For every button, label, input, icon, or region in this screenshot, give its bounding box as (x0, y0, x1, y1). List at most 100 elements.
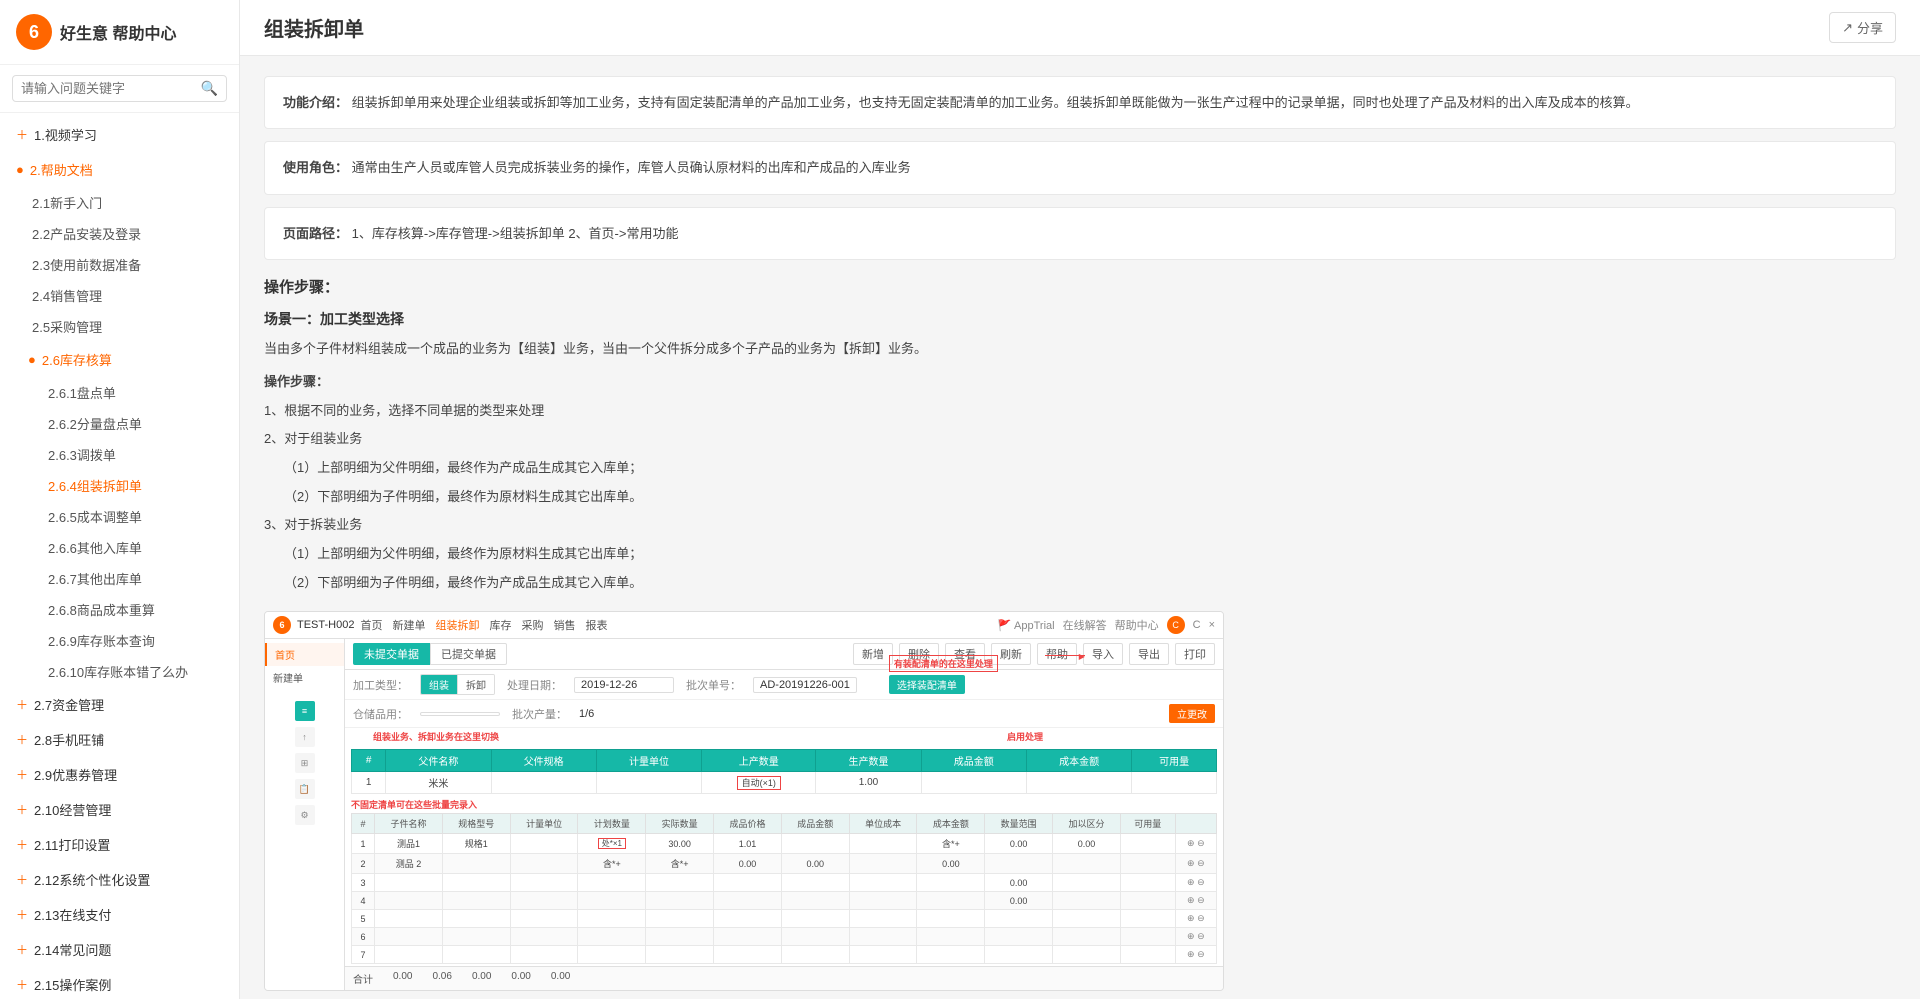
mock-lower-row-6: 6 ⊕ ⊖ (352, 928, 1217, 946)
mock-bill-value[interactable]: AD-20191226-001 (753, 677, 857, 693)
sidebar-item-costrecalc[interactable]: 2.6.8商品成本重算 (0, 594, 239, 625)
mock-date-label: 处理日期： (507, 677, 562, 693)
sidebar-item-mobile[interactable]: ＋ 2.8手机旺铺 (0, 722, 239, 757)
top-bar: 组装拆卸单 ↗ 分享 (240, 0, 1920, 56)
mock-select-bom-btn[interactable]: 选择装配清单 (889, 675, 965, 694)
sidebar-item-sysconfig[interactable]: ＋ 2.12系统个性化设置 (0, 862, 239, 897)
mock-nav-assemble[interactable]: 组装拆卸 (435, 617, 479, 633)
mock-upper-td-avail (1132, 772, 1217, 794)
mock-annotation-notice: 有装配清单的在这里处理 (889, 655, 998, 672)
mock-lower-row-2: 2测品 2 含*+含*+0.000.00 0.00⊕ ⊖ (352, 854, 1217, 874)
mock-icon-2[interactable]: ↑ (295, 727, 315, 747)
search-input[interactable] (21, 81, 201, 96)
mock-form-row1: 加工类型： 组装 拆卸 处理日期： 2019-12-26 批次单号： AD-20… (345, 670, 1223, 700)
mock-icon-5[interactable]: ⚙ (295, 805, 315, 825)
mock-lower-row-7: 7 ⊕ ⊖ (352, 946, 1217, 964)
mock-lower-th-avail: 可用量 (1120, 814, 1175, 834)
mock-qty-value: 1/6 (579, 708, 594, 720)
mock-nav-new[interactable]: 新建单 (392, 617, 425, 633)
sidebar-item-video-label: 1.视频学习 (34, 125, 97, 144)
sidebar-item-onlinepay-label: 2.13在线支付 (34, 905, 111, 924)
mock-lower-th-cost-amt: 成本金额 (917, 814, 985, 834)
mock-form-row2: 仓储品用： 批次产量： 1/6 立更改 (345, 700, 1223, 728)
mock-lower-th-plan-qty: 计划数量 (578, 814, 646, 834)
path-text: 1、库存核算->库存管理->组装拆卸单 2、首页->常用功能 (352, 226, 679, 241)
path-block: 页面路径： 1、库存核算->库存管理->组装拆卸单 2、首页->常用功能 (264, 207, 1896, 260)
sidebar-item-sysconfig-label: 2.12系统个性化设置 (34, 870, 150, 889)
mock-type-assemble[interactable]: 组装 (421, 675, 457, 694)
mock-lower-th-name: 子件名称 (375, 814, 443, 834)
mock-body: 首页 新建单 ≡ ↑ ⊞ 📋 ⚙ (265, 639, 1223, 990)
sidebar-item-stockcheck[interactable]: 2.6.9库存账本查询 (0, 625, 239, 656)
mock-btn-export[interactable]: 导出 (1129, 643, 1169, 665)
sidebar-item-stockerror[interactable]: 2.6.10库存账本错了么办 (0, 656, 239, 687)
sidebar-item-sales[interactable]: 2.4销售管理 (0, 280, 239, 311)
sidebar-item-costadj[interactable]: 2.6.5成本调整单 (0, 501, 239, 532)
sidebar-item-data[interactable]: 2.3使用前数据准备 (0, 249, 239, 280)
mock-nav-stock[interactable]: 库存 (489, 617, 511, 633)
sidebar-item-docs[interactable]: ● 2.帮助文档 (0, 152, 239, 187)
sidebar-item-onlinepay[interactable]: ＋ 2.13在线支付 (0, 897, 239, 932)
share-button[interactable]: ↗ 分享 (1829, 12, 1896, 43)
mock-btn-new[interactable]: 新增 (853, 643, 893, 665)
mock-type-switch[interactable]: 组装 拆卸 (420, 674, 495, 695)
search-icon: 🔍 (201, 80, 218, 97)
mock-nav-purchase[interactable]: 采购 (521, 617, 543, 633)
mock-lower-th-prod-price: 成品价格 (714, 814, 782, 834)
mock-close-icon[interactable]: × (1209, 619, 1215, 631)
mock-lower-table-header-row: # 子件名称 规格型号 计量单位 计划数量 实际数量 成品价格 成品金额 单位成 (352, 814, 1217, 834)
sidebar-item-faq[interactable]: ＋ 2.14常见问题 (0, 932, 239, 967)
sidebar-item-otheroutstock[interactable]: 2.6.7其他出库单 (0, 563, 239, 594)
sidebar-item-ops[interactable]: ＋ 2.10经营管理 (0, 792, 239, 827)
sidebar-item-adjust[interactable]: 2.6.3调拨单 (0, 439, 239, 470)
mock-icon-1[interactable]: ≡ (295, 701, 315, 721)
mock-left-tab-home[interactable]: 首页 (265, 643, 344, 666)
sidebar-item-ops-label: 2.10经营管理 (34, 800, 111, 819)
mock-store-label: 仓储品用： (353, 706, 408, 722)
mock-btn-import[interactable]: 导入 (1083, 643, 1123, 665)
sidebar-item-purchase[interactable]: 2.5采购管理 (0, 311, 239, 342)
sidebar-item-stocktake[interactable]: 2.6.1盘点单 (0, 377, 239, 408)
mock-nav-report[interactable]: 报表 (585, 617, 607, 633)
feature-intro-block: 功能介绍： 组装拆卸单用来处理企业组装或拆卸等加工业务，支持有固定装配清单的产品… (264, 76, 1896, 129)
logo-text: 好生意 帮助中心 (60, 20, 176, 44)
mock-left-tab-new[interactable]: 新建单 (265, 666, 344, 689)
share-icon: ↗ (1842, 20, 1853, 36)
mock-store-input[interactable] (420, 712, 500, 716)
sidebar-item-install[interactable]: 2.2产品安装及登录 (0, 218, 239, 249)
sidebar-item-print-label: 2.11打印设置 (34, 835, 110, 854)
mock-date-value[interactable]: 2019-12-26 (574, 677, 674, 693)
mock-seg-tab-submitted[interactable]: 已提交单据 (430, 643, 507, 665)
mock-online-help: 在线解答 (1063, 617, 1107, 633)
mock-btn-help[interactable]: 帮助 (1037, 643, 1077, 665)
mock-icon-3[interactable]: ⊞ (295, 753, 315, 773)
mock-footer-total5: 0.00 (551, 971, 570, 986)
mock-upper-th-product-amt: 成品金额 (921, 750, 1026, 772)
sidebar-item-finance[interactable]: ＋ 2.7资金管理 (0, 687, 239, 722)
mock-footer-total2: 0.06 (432, 971, 451, 986)
sidebar-item-assemble[interactable]: 2.6.4组装拆卸单 (0, 470, 239, 501)
sidebar-item-video[interactable]: ＋ 1.视频学习 (0, 117, 239, 152)
sidebar-item-inventory[interactable]: ● 2.6库存核算 (0, 342, 239, 377)
mock-seg-tab-pending[interactable]: 未提交单据 (353, 643, 430, 665)
mock-type-disassemble[interactable]: 拆卸 (457, 675, 494, 694)
mock-lower-table-area: # 子件名称 规格型号 计量单位 计划数量 实际数量 成品价格 成品金额 单位成 (345, 813, 1223, 966)
sidebar-item-print[interactable]: ＋ 2.11打印设置 (0, 827, 239, 862)
search-box[interactable]: 🔍 (12, 75, 227, 102)
mock-upper-td-spec (491, 772, 596, 794)
sidebar-item-coupon[interactable]: ＋ 2.9优惠券管理 (0, 757, 239, 792)
sidebar-item-otherinstock[interactable]: 2.6.6其他入库单 (0, 532, 239, 563)
mock-btn-print[interactable]: 打印 (1175, 643, 1215, 665)
sidebar-item-cases[interactable]: ＋ 2.15操作案例 (0, 967, 239, 999)
sidebar-item-splitstock[interactable]: 2.6.2分量盘点单 (0, 408, 239, 439)
plus-icon3: ＋ (16, 731, 28, 748)
path-label: 页面路径： (283, 226, 348, 241)
mock-footer-totals: 合计 0.00 0.06 0.00 0.00 0.00 (345, 966, 1223, 990)
mock-confirm-btn[interactable]: 立更改 (1169, 704, 1215, 723)
mock-app-id: TEST-H002 (297, 619, 354, 631)
mock-nav-home[interactable]: 首页 (360, 617, 382, 633)
mock-nav-sales[interactable]: 销售 (553, 617, 575, 633)
mock-icon-4[interactable]: 📋 (295, 779, 315, 799)
sidebar-item-newuser[interactable]: 2.1新手入门 (0, 187, 239, 218)
mock-avatar: C (1167, 616, 1185, 634)
